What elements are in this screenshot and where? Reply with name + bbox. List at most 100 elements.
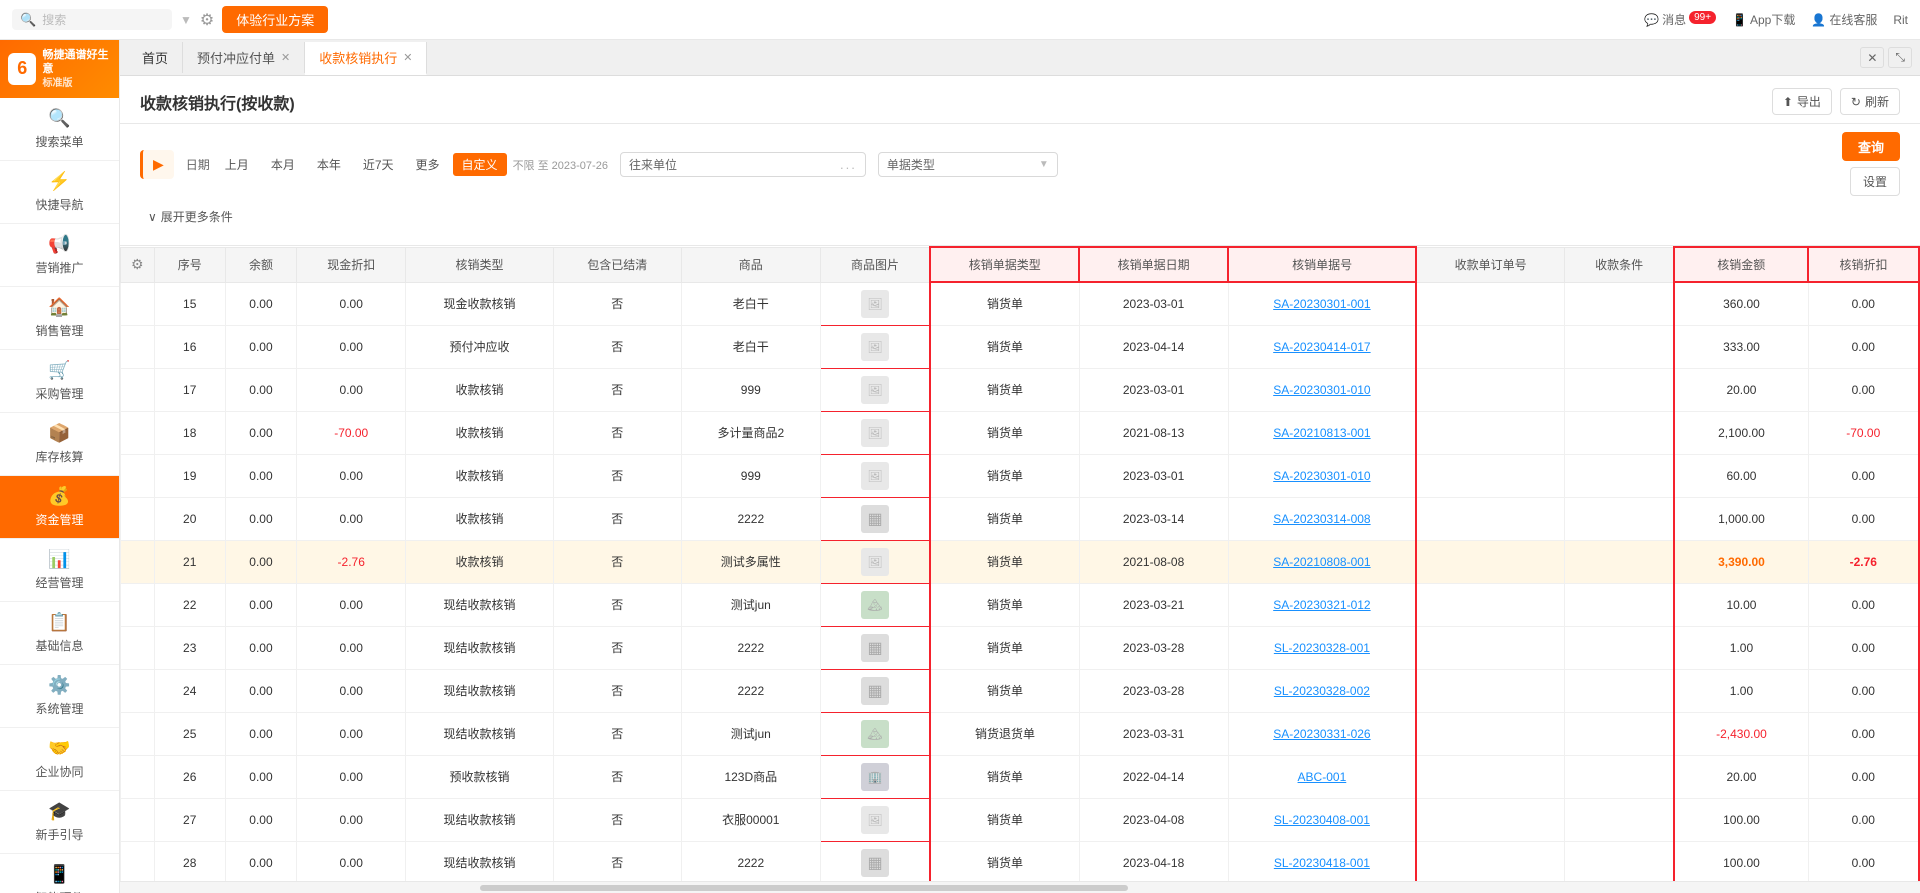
refresh-btn[interactable]: ↻ 刷新 xyxy=(1840,88,1900,115)
date-btn-more[interactable]: 更多 xyxy=(407,153,449,176)
row-settings[interactable] xyxy=(121,411,155,454)
write-off-no-link[interactable]: SA-20210808-001 xyxy=(1273,555,1370,569)
row-no: 23 xyxy=(154,626,225,669)
sidebar-item-guide[interactable]: 🎓 新手引导 xyxy=(0,791,119,854)
tab-home[interactable]: 首页 xyxy=(128,42,183,73)
date-btn-7days[interactable]: 近7天 xyxy=(354,153,403,176)
write-off-no-link[interactable]: SL-20230328-001 xyxy=(1274,641,1370,655)
from-unit-filter[interactable]: 往来单位 ... xyxy=(620,152,866,177)
th-settings[interactable]: ⚙ xyxy=(121,247,155,282)
sidebar-item-search[interactable]: 🔍 搜索菜单 xyxy=(0,98,119,161)
sidebar: 6 畅捷通谱好生意 标准版 🔍 搜索菜单 ⚡ 快捷导航 📢 营销推广 🏠 销售管… xyxy=(0,40,120,893)
row-settings[interactable] xyxy=(121,626,155,669)
row-write-off-amount: 1.00 xyxy=(1674,626,1808,669)
row-write-off-discount: 0.00 xyxy=(1808,282,1919,325)
sidebar-item-marketing[interactable]: 📢 营销推广 xyxy=(0,224,119,287)
row-settings[interactable] xyxy=(121,282,155,325)
tab-prepay-close[interactable]: ✕ xyxy=(281,51,290,64)
sidebar-item-operations[interactable]: 📊 经营管理 xyxy=(0,539,119,602)
table-row: 280.000.00现结收款核销否2222▦销货单2023-04-18SL-20… xyxy=(121,841,1920,881)
from-unit-dots[interactable]: ... xyxy=(840,157,857,172)
receipt-type-filter[interactable]: 单据类型 ▼ xyxy=(878,152,1058,177)
write-off-no-link[interactable]: SA-20230301-001 xyxy=(1273,297,1370,311)
page-header: 收款核销执行(按收款) ⬆ 导出 ↻ 刷新 xyxy=(120,76,1920,124)
row-settings[interactable] xyxy=(121,841,155,881)
industry-btn[interactable]: 体验行业方案 xyxy=(222,6,328,33)
row-settings[interactable] xyxy=(121,325,155,368)
date-btn-custom[interactable]: 自定义 xyxy=(453,153,507,176)
sidebar-item-finance[interactable]: 💰 资金管理 xyxy=(0,476,119,539)
query-btn[interactable]: 查询 xyxy=(1842,132,1900,161)
user-area[interactable]: Rit xyxy=(1893,13,1908,27)
write-off-no-link[interactable]: ABC-001 xyxy=(1298,770,1347,784)
th-receipt-condition: 收款条件 xyxy=(1564,247,1674,282)
tab-expand-btn[interactable]: ⤡ xyxy=(1888,47,1912,68)
row-write-off-date: 2023-04-14 xyxy=(1079,325,1228,368)
write-off-no-link[interactable]: SA-20230414-017 xyxy=(1273,340,1370,354)
row-receipt-order-no xyxy=(1416,712,1564,755)
app-download-btn[interactable]: 📱 App下载 xyxy=(1732,11,1795,28)
row-balance: 0.00 xyxy=(225,712,296,755)
date-btn-this-month[interactable]: 本月 xyxy=(262,153,304,176)
export-btn[interactable]: ⬆ 导出 xyxy=(1772,88,1832,115)
row-write-off-doc-type: 销货单 xyxy=(930,411,1079,454)
sidebar-item-inventory[interactable]: 📦 库存核算 xyxy=(0,413,119,476)
messages-btn[interactable]: 💬 消息 99+ xyxy=(1644,11,1716,28)
gear-icon[interactable]: ⚙ xyxy=(200,10,214,30)
sidebar-item-purchase[interactable]: 🛒 采购管理 xyxy=(0,350,119,413)
row-write-off-doc-type: 销货单 xyxy=(930,497,1079,540)
expand-toggle[interactable]: ▶ xyxy=(140,150,174,179)
online-service-btn[interactable]: 👤 在线客服 xyxy=(1811,11,1877,28)
horizontal-scrollbar[interactable] xyxy=(120,881,1920,893)
search-area[interactable]: 🔍 搜索 xyxy=(12,9,172,30)
row-included-settled: 否 xyxy=(553,454,681,497)
date-btn-this-year[interactable]: 本年 xyxy=(308,153,350,176)
row-receipt-order-no xyxy=(1416,282,1564,325)
row-write-off-date: 2023-03-01 xyxy=(1079,454,1228,497)
write-off-no-link[interactable]: SL-20230328-002 xyxy=(1274,684,1370,698)
from-unit-input[interactable] xyxy=(681,157,836,171)
row-settings[interactable] xyxy=(121,669,155,712)
row-write-off-no: SA-20230301-001 xyxy=(1228,282,1416,325)
row-balance: 0.00 xyxy=(225,325,296,368)
tab-writeoff-close[interactable]: ✕ xyxy=(403,51,412,64)
row-settings[interactable] xyxy=(121,368,155,411)
online-service-label: 在线客服 xyxy=(1829,11,1877,28)
sidebar-item-basic-info[interactable]: 📋 基础信息 xyxy=(0,602,119,665)
write-off-no-link[interactable]: SA-20230301-010 xyxy=(1273,383,1370,397)
row-settings[interactable] xyxy=(121,540,155,583)
tab-close-btn[interactable]: ✕ xyxy=(1860,47,1884,68)
expand-v-icon: ∨ xyxy=(148,210,157,224)
row-settings[interactable] xyxy=(121,583,155,626)
write-off-no-link[interactable]: SA-20230314-008 xyxy=(1273,512,1370,526)
table-wrapper[interactable]: ⚙ 序号 余额 现金折扣 核销类型 包含已结清 商品 商品图片 核销单据类型 核… xyxy=(120,246,1920,881)
tab-writeoff[interactable]: 收款核销执行 ✕ xyxy=(305,42,427,75)
row-goods-img: 🏢 xyxy=(820,755,930,798)
write-off-no-link[interactable]: SA-20230331-026 xyxy=(1273,727,1370,741)
row-settings[interactable] xyxy=(121,454,155,497)
row-write-off-no: SA-20230321-012 xyxy=(1228,583,1416,626)
tab-prepay[interactable]: 预付冲应付单 ✕ xyxy=(183,42,305,73)
settings-th-icon[interactable]: ⚙ xyxy=(131,256,144,272)
sidebar-item-collab[interactable]: 🤝 企业协同 xyxy=(0,728,119,791)
row-settings[interactable] xyxy=(121,497,155,540)
scrollbar-thumb[interactable] xyxy=(480,885,1128,891)
date-btn-last-month[interactable]: 上月 xyxy=(216,153,258,176)
sidebar-item-system[interactable]: ⚙️ 系统管理 xyxy=(0,665,119,728)
row-goods: 2222 xyxy=(681,626,820,669)
table-row: 150.000.00现金收款核销否老白干🖼销货单2023-03-01SA-202… xyxy=(121,282,1920,325)
write-off-no-link[interactable]: SA-20230301-010 xyxy=(1273,469,1370,483)
sidebar-item-hardware[interactable]: 📱 智能硬件 xyxy=(0,854,119,893)
sidebar-item-sales[interactable]: 🏠 销售管理 xyxy=(0,287,119,350)
write-off-no-link[interactable]: SL-20230418-001 xyxy=(1274,856,1370,870)
sidebar-item-nav[interactable]: ⚡ 快捷导航 xyxy=(0,161,119,224)
row-settings[interactable] xyxy=(121,712,155,755)
row-write-off-amount: 10.00 xyxy=(1674,583,1808,626)
row-settings[interactable] xyxy=(121,755,155,798)
write-off-no-link[interactable]: SL-20230408-001 xyxy=(1274,813,1370,827)
setting-btn[interactable]: 设置 xyxy=(1850,167,1900,196)
row-settings[interactable] xyxy=(121,798,155,841)
write-off-no-link[interactable]: SA-20230321-012 xyxy=(1273,598,1370,612)
write-off-no-link[interactable]: SA-20210813-001 xyxy=(1273,426,1370,440)
expand-conditions-btn[interactable]: ∨ 展开更多条件 xyxy=(140,204,1900,229)
